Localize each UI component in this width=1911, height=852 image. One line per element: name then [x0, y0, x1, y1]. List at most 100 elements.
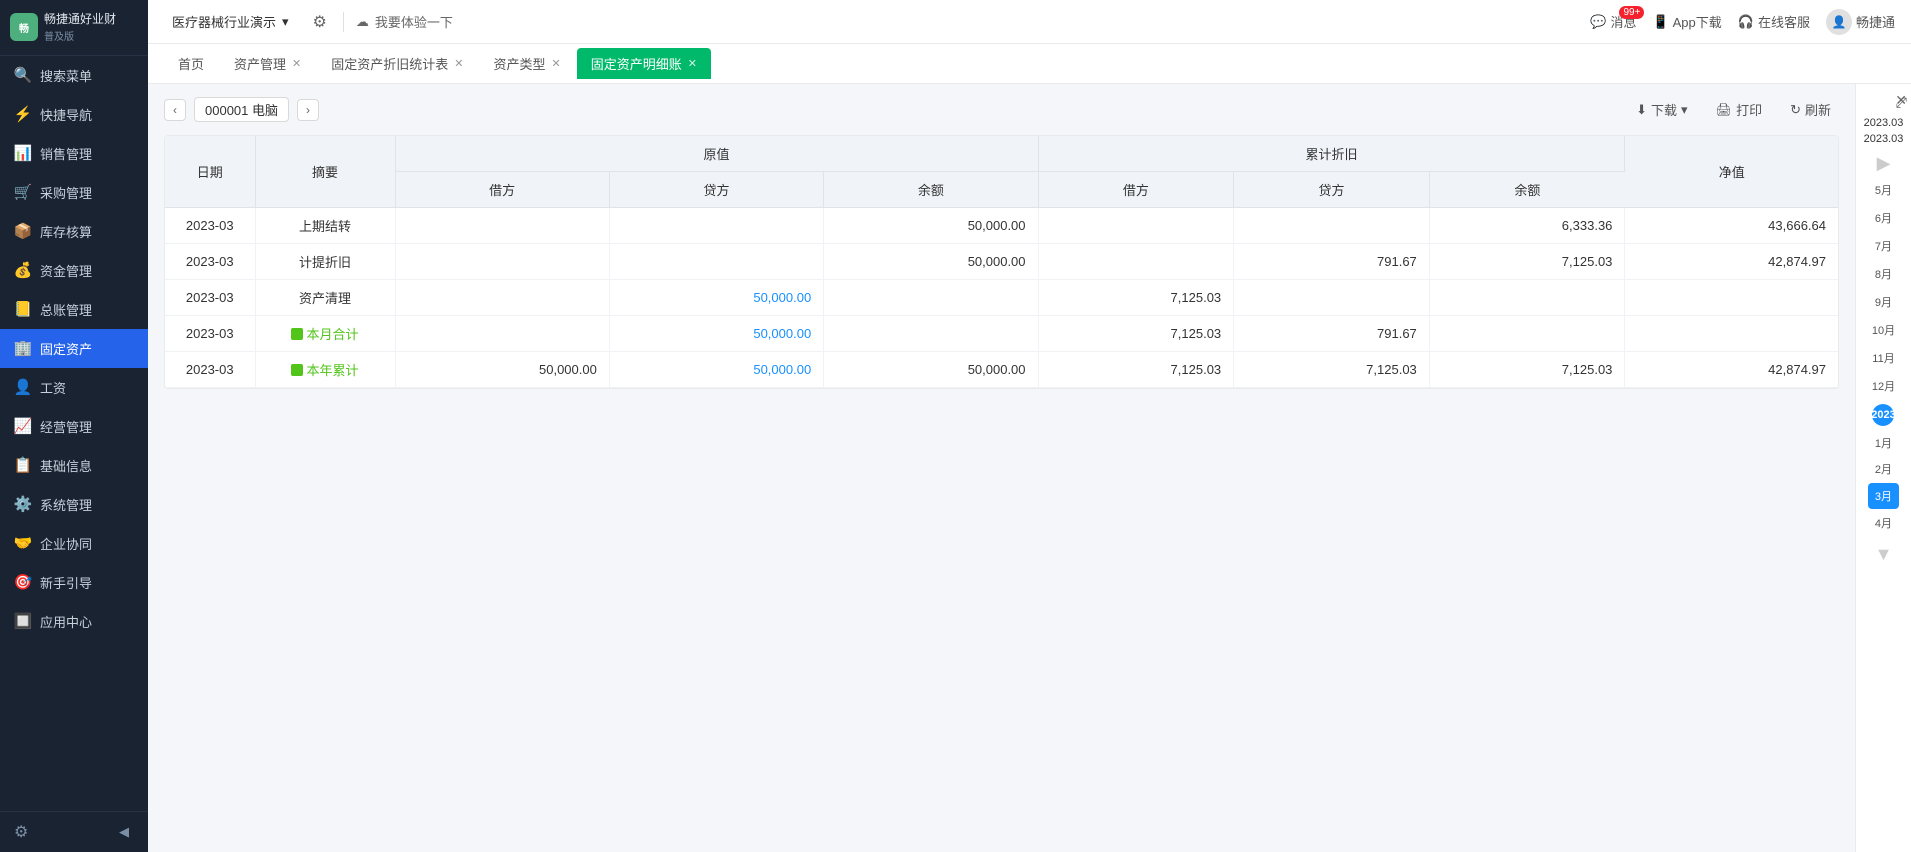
sidebar-item-purchase[interactable]: 🛒采购管理 — [0, 173, 148, 212]
experience-btn[interactable]: ☁ 我要体验一下 — [356, 12, 453, 31]
tab-close-depreciation-stats[interactable]: ✕ — [454, 57, 463, 70]
tab-close-asset-type[interactable]: ✕ — [552, 57, 561, 70]
cell-orig-debit — [395, 280, 609, 316]
download-icon: ⬇ — [1636, 102, 1647, 118]
panel-month-item[interactable]: 10月 — [1864, 316, 1904, 344]
tab-close-asset-management[interactable]: ✕ — [292, 57, 301, 70]
panel-month-item[interactable]: 1月 — [1864, 430, 1904, 456]
tab-home[interactable]: 首页 — [164, 48, 218, 79]
sidebar-item-payroll[interactable]: 👤工资 — [0, 368, 148, 407]
cell-acc-balance: 6,333.36 — [1429, 208, 1625, 244]
user-menu[interactable]: 👤 畅捷通 — [1826, 9, 1895, 35]
finance-icon: 💰 — [14, 261, 32, 279]
panel-month-item[interactable]: 9月 — [1864, 288, 1904, 316]
logo-icon: 畅 — [10, 13, 38, 41]
sidebar-label-sales: 销售管理 — [40, 144, 92, 163]
sidebar-logo: 畅 畅捷通好业财 普及版 — [0, 0, 148, 56]
panel-month-item[interactable]: 2月 — [1864, 456, 1904, 482]
app-download-btn[interactable]: 📱 App下载 — [1652, 12, 1721, 31]
th-accumulated-depreciation: 累计折旧 — [1038, 136, 1625, 172]
tab-asset-detail-ledger[interactable]: 固定资产明细账✕ — [577, 48, 711, 79]
sidebar-label-fixed-assets: 固定资产 — [40, 339, 92, 358]
refresh-label: 刷新 — [1805, 100, 1831, 119]
sidebar-item-guide[interactable]: 🎯新手引导 — [0, 563, 148, 602]
sidebar-footer: ⚙ ◀ — [0, 811, 148, 852]
cell-acc-credit: 7,125.03 — [1234, 352, 1430, 388]
panel-month-item[interactable]: 12月 — [1864, 372, 1904, 400]
app-name: 畅捷通好业财 — [44, 12, 116, 28]
cell-net-value: 43,666.64 — [1625, 208, 1838, 244]
settings-icon[interactable]: ⚙ — [14, 822, 28, 842]
tab-asset-management[interactable]: 资产管理 ✕ — [220, 48, 315, 79]
cell-orig-credit — [609, 244, 823, 280]
sidebar-item-finance[interactable]: 💰 资金管理 — [0, 251, 148, 290]
sidebar-item-fixed-assets[interactable]: 🏢固定资产 — [0, 329, 148, 368]
right-panel-content: 2023.032023.03▶5月6月7月8月9月10月11月12月20231月… — [1864, 115, 1904, 569]
system-icon: ⚙️ — [14, 495, 32, 513]
sidebar-item-sales[interactable]: 📊 销售管理 — [0, 134, 148, 173]
tab-label-depreciation-stats: 固定资产折旧统计表 — [331, 54, 448, 73]
sidebar-label-purchase: 采购管理 — [40, 183, 92, 202]
tab-depreciation-stats[interactable]: 固定资产折旧统计表 ✕ — [317, 48, 477, 79]
panel-month-item[interactable]: 8月 — [1864, 260, 1904, 288]
tab-label-asset-type: 资产类型 — [493, 54, 545, 73]
panel-month-item[interactable]: 3月 — [1868, 483, 1900, 509]
collapse-button[interactable]: ◀ — [114, 822, 134, 842]
panel-month-item[interactable]: 6月 — [1864, 204, 1904, 232]
cell-summary: 资产清理 — [255, 280, 395, 316]
main-area: 医疗器械行业演示 ▾ ⚙ ☁ 我要体验一下 💬 消息 99+ 📱 App下载 🎧… — [148, 0, 1911, 852]
basic-info-icon: 📋 — [14, 456, 32, 474]
tab-label-asset-management: 资产管理 — [234, 54, 286, 73]
sidebar-item-quick-nav[interactable]: ⚡快捷导航 — [0, 95, 148, 134]
table-row: 2023-03 本年累计 50,000.00 50,000.00 50,000.… — [165, 352, 1838, 388]
print-btn[interactable]: 🖨 打印 — [1708, 96, 1771, 123]
panel-month-item[interactable]: 4月 — [1864, 510, 1904, 536]
th-acc-credit: 贷方 — [1234, 172, 1430, 208]
cell-acc-balance — [1429, 280, 1625, 316]
cell-date: 2023-03 — [165, 352, 255, 388]
close-panel-btn[interactable]: ✕ — [1895, 92, 1907, 109]
tab-asset-type[interactable]: 资产类型 ✕ — [479, 48, 574, 79]
panel-header-date2: 2023.03 — [1864, 131, 1904, 147]
sales-icon: 📊 — [14, 144, 32, 162]
sidebar-item-system[interactable]: ⚙️系统管理 — [0, 485, 148, 524]
cell-acc-debit: 7,125.03 — [1038, 316, 1234, 352]
sidebar-item-search[interactable]: 🔍搜索菜单 — [0, 56, 148, 95]
refresh-btn[interactable]: ↻ 刷新 — [1782, 96, 1839, 123]
next-asset-btn[interactable]: › — [297, 99, 319, 121]
sidebar-label-guide: 新手引导 — [40, 573, 92, 592]
topbar-settings-icon[interactable]: ⚙ — [309, 8, 331, 36]
sidebar-label-finance: 资金管理 — [40, 261, 92, 280]
company-selector[interactable]: 医疗器械行业演示 ▾ — [164, 8, 297, 35]
asset-identifier: 000001 电脑 — [194, 97, 289, 122]
customer-service-btn[interactable]: 🎧 在线客服 — [1738, 12, 1810, 31]
prev-asset-btn[interactable]: ‹ — [164, 99, 186, 121]
panel-bottom-expand[interactable]: ▼ — [1864, 540, 1904, 569]
ledger-icon: 📒 — [14, 300, 32, 318]
cell-orig-debit — [395, 316, 609, 352]
panel-month-item[interactable]: 11月 — [1864, 344, 1904, 372]
table-row: 2023-03 资产清理 50,000.00 7,125.03 — [165, 280, 1838, 316]
sidebar-item-ledger[interactable]: 📒总账管理 — [0, 290, 148, 329]
tab-close-asset-detail-ledger[interactable]: ✕ — [688, 57, 697, 70]
customer-service-icon: 🎧 — [1738, 14, 1754, 30]
download-btn[interactable]: ⬇ 下载 ▾ — [1628, 96, 1695, 123]
sidebar-item-app-center[interactable]: 🔲应用中心 — [0, 602, 148, 641]
quick-nav-icon: ⚡ — [14, 105, 32, 123]
cell-acc-debit — [1038, 208, 1234, 244]
experience-label: 我要体验一下 — [375, 12, 453, 31]
company-name: 医疗器械行业演示 — [172, 12, 276, 31]
dropdown-icon: ▾ — [282, 14, 289, 30]
cell-orig-credit: 50,000.00 — [609, 280, 823, 316]
panel-month-item[interactable]: 7月 — [1864, 232, 1904, 260]
sidebar-item-operations[interactable]: 📈经营管理 — [0, 407, 148, 446]
th-orig-balance: 余额 — [824, 172, 1038, 208]
asset-detail-table: 日期 摘要 原值 累计折旧 净值 — [164, 135, 1839, 389]
sidebar-item-basic-info[interactable]: 📋基础信息 — [0, 446, 148, 485]
sidebar-item-enterprise[interactable]: 🤝企业协同 — [0, 524, 148, 563]
panel-expand-icon[interactable]: ▶ — [1864, 151, 1904, 176]
messages-btn[interactable]: 💬 消息 99+ — [1590, 12, 1636, 31]
panel-month-item[interactable]: 5月 — [1864, 176, 1904, 204]
sidebar-item-inventory[interactable]: 📦库存核算 — [0, 212, 148, 251]
cell-net-value: 42,874.97 — [1625, 352, 1838, 388]
